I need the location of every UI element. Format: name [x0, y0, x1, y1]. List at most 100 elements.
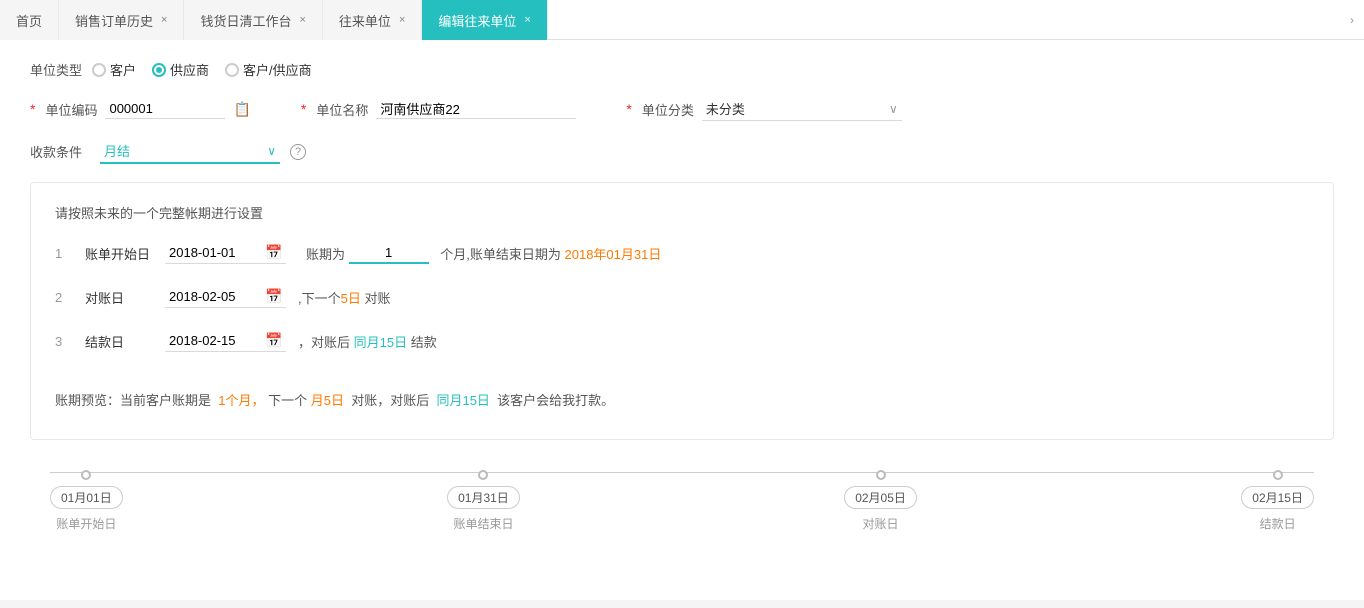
- tl-label-1: 账单结束日: [453, 515, 513, 532]
- unit-code-star: *: [30, 101, 35, 117]
- row-3-date-input[interactable]: [169, 333, 259, 348]
- preview-part1: 1个月，: [218, 393, 264, 408]
- tl-dot-2: [876, 470, 886, 480]
- row-3-highlight: 同月15日: [354, 335, 407, 350]
- unit-type-row: 单位类型 客户 供应商 客户/供应商: [30, 60, 1334, 79]
- row-3-num: 3: [55, 334, 85, 349]
- tl-badge-1: 01月31日: [447, 486, 520, 509]
- preview-label: 账期预览：当前客户账期是: [55, 393, 215, 408]
- unit-code-icon[interactable]: 📋: [233, 101, 250, 118]
- payment-condition-value: 月结: [104, 141, 263, 160]
- radio-customer-circle: [92, 63, 106, 77]
- unit-name-label: 单位名称: [316, 100, 368, 119]
- settings-card: 请按照未来的一个完整帐期进行设置 1 账单开始日 📅 账期为 个月,账单结束日期…: [30, 182, 1334, 440]
- unit-category-value: 未分类: [706, 99, 885, 118]
- unit-category-label: 单位分类: [642, 100, 694, 119]
- tab-sales-history-close[interactable]: ×: [161, 14, 167, 26]
- unit-category-star: *: [626, 101, 631, 117]
- row-1-highlight: 2018年01月31日: [565, 247, 662, 262]
- radio-supplier[interactable]: 供应商: [152, 60, 209, 79]
- tl-badge-3: 02月15日: [1241, 486, 1314, 509]
- tl-dot-1: [478, 470, 488, 480]
- row-2-type: 对账日: [85, 288, 165, 307]
- tab-edit-partner[interactable]: 编辑往来单位 ×: [422, 0, 547, 40]
- tab-scroll-arrow[interactable]: ›: [1340, 0, 1364, 39]
- unit-name-input[interactable]: [376, 99, 576, 119]
- payment-condition-chevron-icon: ∨: [267, 144, 276, 158]
- row-1-date-wrap: 📅: [165, 242, 286, 264]
- unit-category-select[interactable]: 未分类 ∨: [702, 97, 902, 121]
- tl-dot-0: [81, 470, 91, 480]
- preview-part5: 该客户会给我打款。: [494, 393, 615, 408]
- unit-code-input[interactable]: [105, 99, 225, 119]
- row-1-type: 账单开始日: [85, 244, 165, 263]
- preview-part4-highlight: 同月15日: [436, 393, 489, 408]
- radio-both[interactable]: 客户/供应商: [225, 60, 312, 79]
- row-1-desc-suffix: 个月,账单结束日期为 2018年01月31日: [437, 244, 662, 263]
- unit-code-label: 单位编码: [45, 100, 97, 119]
- help-icon[interactable]: ?: [290, 144, 306, 160]
- tl-dot-3: [1273, 470, 1283, 480]
- tl-item-0: 01月01日 账单开始日: [50, 470, 123, 532]
- tab-cash-desk-label: 钱货日清工作台: [200, 11, 291, 30]
- tl-label-3: 结款日: [1260, 515, 1296, 532]
- row-2-desc: ,下一个5日 对账: [294, 288, 390, 307]
- tab-edit-partner-close[interactable]: ×: [524, 14, 530, 26]
- tab-edit-partner-label: 编辑往来单位: [438, 11, 516, 30]
- preview-section: 账期预览：当前客户账期是 1个月， 下一个 月5日 对账，对账后 同月15日 该…: [55, 374, 1309, 419]
- tl-item-2: 02月05日 对账日: [844, 470, 917, 532]
- setting-row-1: 1 账单开始日 📅 账期为 个月,账单结束日期为 2018年01月31日: [55, 242, 1309, 264]
- setting-row-2: 2 对账日 📅 ,下一个5日 对账: [55, 286, 1309, 308]
- row-3-type: 结款日: [85, 332, 165, 351]
- payment-condition-select[interactable]: 月结 ∨: [100, 139, 280, 164]
- tab-cash-desk-close[interactable]: ×: [299, 14, 305, 26]
- tabs-bar: 首页 销售订单历史 × 钱货日清工作台 × 往来单位 × 编辑往来单位 × ›: [0, 0, 1364, 40]
- tab-partner-close[interactable]: ×: [399, 14, 405, 26]
- payment-condition-row: 收款条件 月结 ∨ ?: [30, 139, 1334, 164]
- tab-partner[interactable]: 往来单位 ×: [323, 0, 422, 40]
- row-2-calendar-icon[interactable]: 📅: [265, 288, 282, 305]
- payment-condition-label: 收款条件: [30, 142, 82, 161]
- preview-part2: 下一个: [268, 393, 307, 408]
- tab-cash-desk[interactable]: 钱货日清工作台 ×: [184, 0, 322, 40]
- preview-part2-highlight: 月5日: [311, 393, 344, 408]
- tab-home-label: 首页: [16, 11, 42, 30]
- row-2-date-input[interactable]: [169, 289, 259, 304]
- tl-item-1: 01月31日 账单结束日: [447, 470, 520, 532]
- tab-home[interactable]: 首页: [0, 0, 59, 40]
- radio-both-label: 客户/供应商: [243, 60, 312, 79]
- row-3-date-wrap: 📅: [165, 330, 286, 352]
- unit-category-chevron-icon: ∨: [889, 102, 898, 116]
- page-content: 单位类型 客户 供应商 客户/供应商 * 单位编码 📋 *: [0, 40, 1364, 600]
- tl-item-3: 02月15日 结款日: [1241, 470, 1314, 532]
- unit-type-radio-group: 客户 供应商 客户/供应商: [92, 60, 312, 79]
- row-3-desc: ，对账后 同月15日 结款: [294, 332, 436, 351]
- tab-sales-history[interactable]: 销售订单历史 ×: [59, 0, 184, 40]
- tab-partner-label: 往来单位: [339, 11, 391, 30]
- row-1-desc-prefix: 账期为: [302, 244, 348, 263]
- preview-part3: 对账，对账后: [348, 393, 433, 408]
- row-1-calendar-icon[interactable]: 📅: [265, 244, 282, 261]
- row-2-num: 2: [55, 290, 85, 305]
- unit-info-row: * 单位编码 📋 * 单位名称 * 单位分类 未分类 ∨: [30, 97, 1334, 121]
- setting-row-3: 3 结款日 📅 ，对账后 同月15日 结款: [55, 330, 1309, 352]
- unit-name-field: * 单位名称: [301, 99, 576, 119]
- tl-label-2: 对账日: [863, 515, 899, 532]
- row-1-date-input[interactable]: [169, 245, 259, 260]
- unit-code-field: * 单位编码 📋: [30, 99, 251, 119]
- unit-type-label: 单位类型: [30, 60, 82, 79]
- unit-category-field: * 单位分类 未分类 ∨: [626, 97, 901, 121]
- tl-badge-0: 01月01日: [50, 486, 123, 509]
- timeline: 01月01日 账单开始日 01月31日 账单结束日 02月05日 对账日 02月…: [30, 460, 1334, 532]
- row-3-calendar-icon[interactable]: 📅: [265, 332, 282, 349]
- radio-both-circle: [225, 63, 239, 77]
- row-1-num: 1: [55, 246, 85, 261]
- radio-supplier-circle: [152, 63, 166, 77]
- unit-name-star: *: [301, 101, 306, 117]
- radio-customer[interactable]: 客户: [92, 60, 136, 79]
- tl-label-0: 账单开始日: [56, 515, 116, 532]
- radio-supplier-label: 供应商: [170, 60, 209, 79]
- row-2-date-wrap: 📅: [165, 286, 286, 308]
- row-1-period-input[interactable]: [349, 243, 429, 264]
- tl-badge-2: 02月05日: [844, 486, 917, 509]
